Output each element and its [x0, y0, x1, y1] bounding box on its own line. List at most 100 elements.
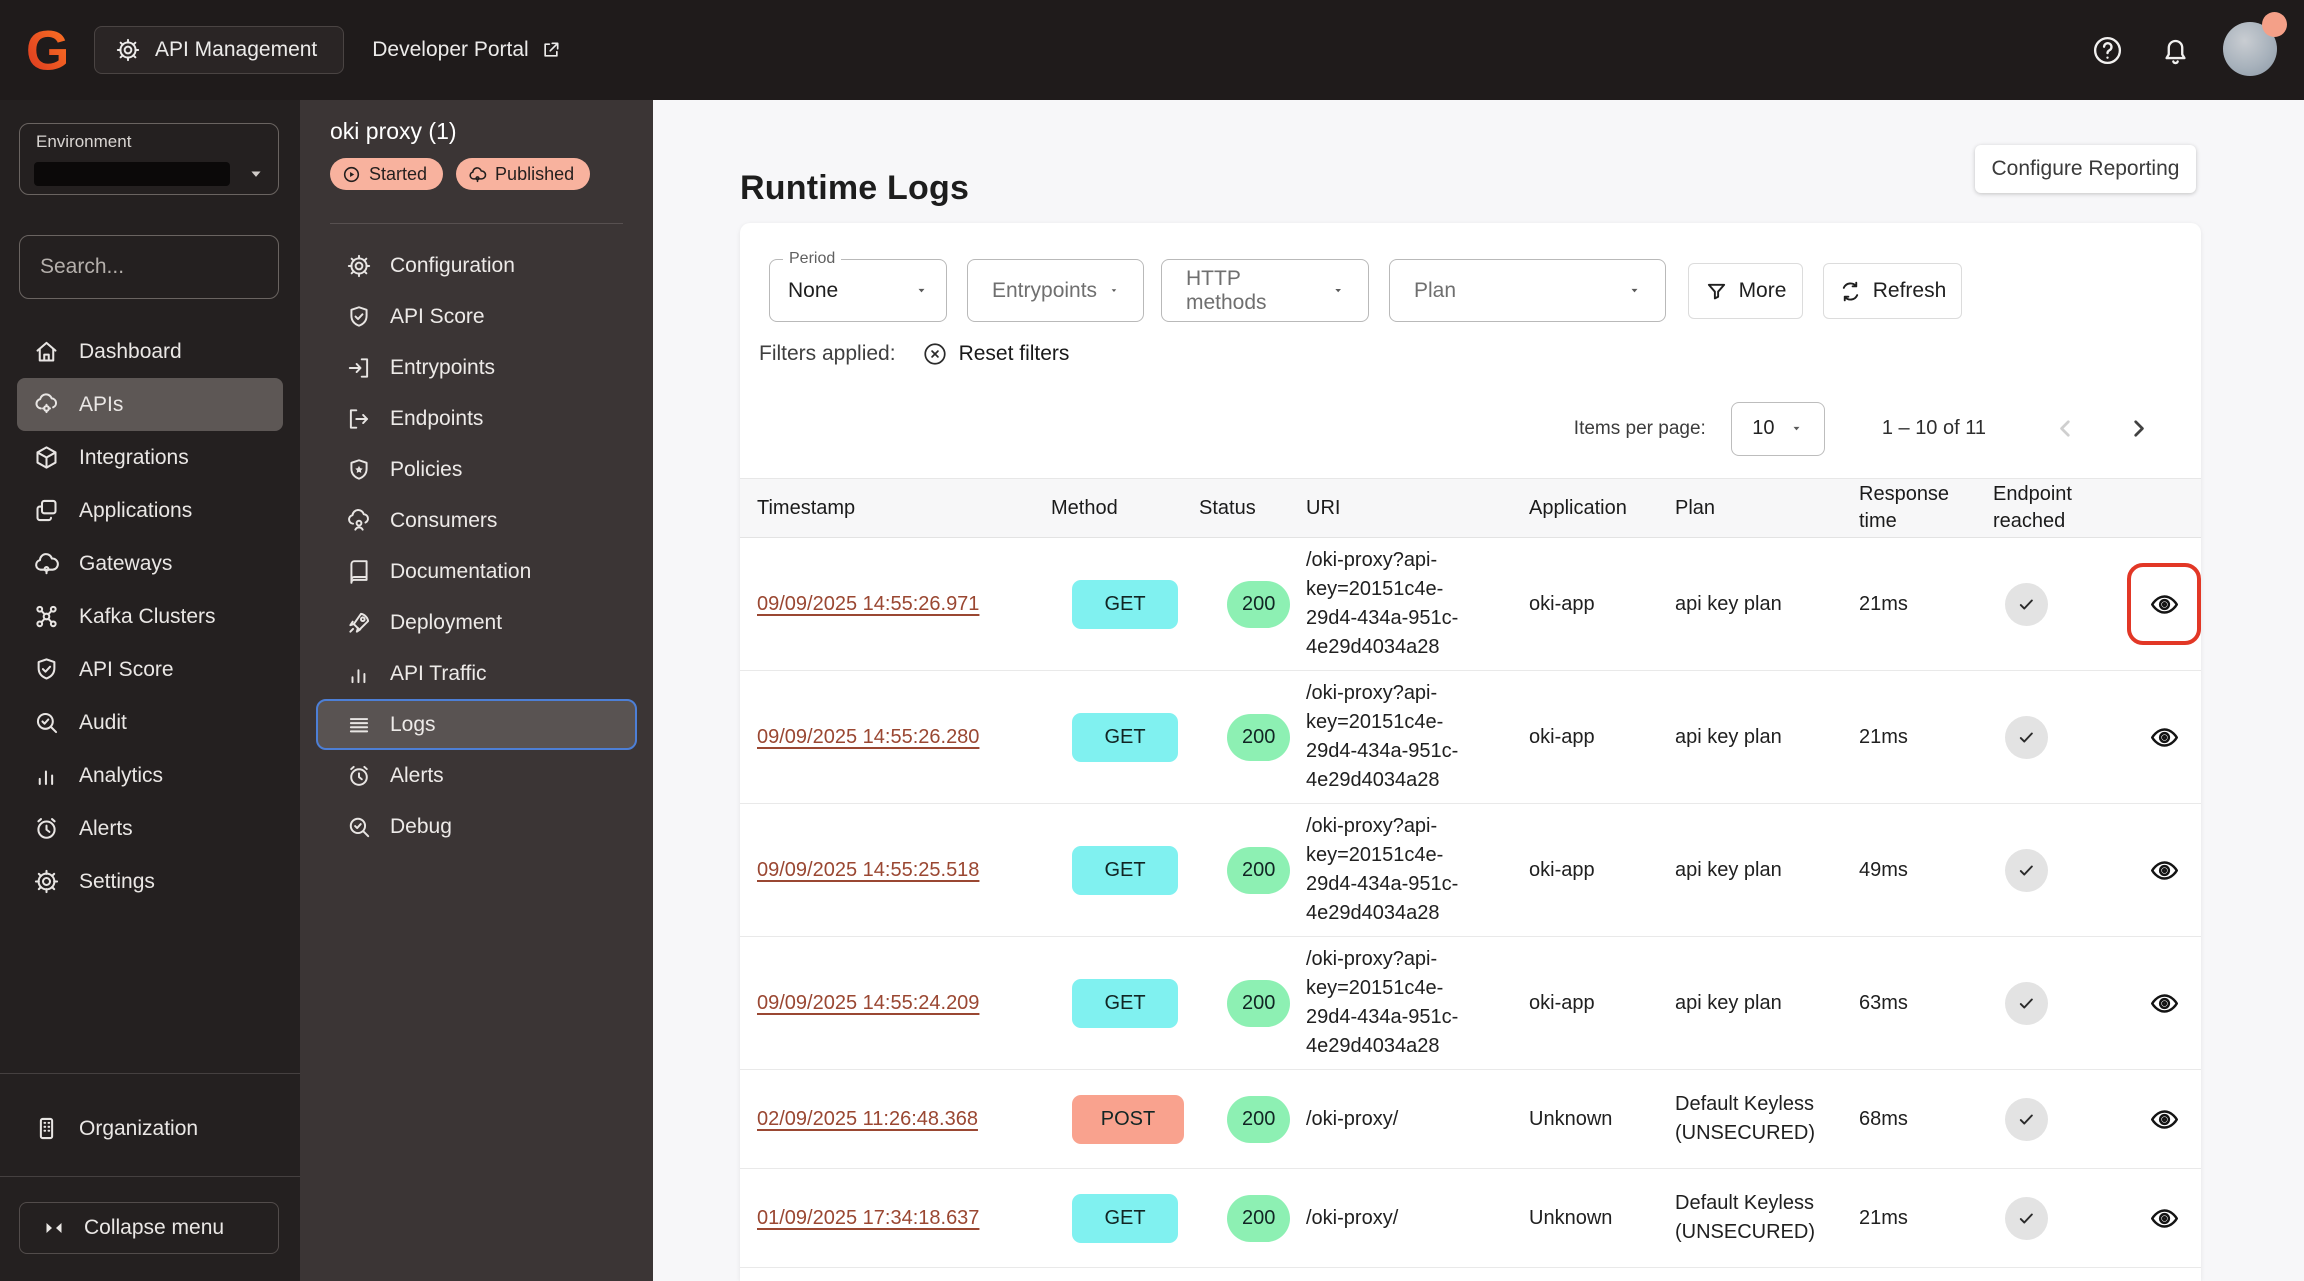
sidebar-item-integrations[interactable]: Integrations: [17, 431, 283, 484]
app-switcher-label: API Management: [155, 38, 317, 62]
items-per-page-select[interactable]: 10: [1731, 402, 1825, 456]
refresh-icon: [1839, 280, 1862, 303]
table-row: 02/09/2025 11:26:48.368 POST 200 /oki-pr…: [740, 1070, 2201, 1169]
configure-reporting-button[interactable]: Configure Reporting: [1975, 145, 2196, 193]
reset-filters-button[interactable]: Reset filters: [922, 341, 1070, 367]
published-badge: Published: [456, 158, 590, 190]
eye-wrap: [2127, 1177, 2201, 1259]
sidebar-item-dashboard[interactable]: Dashboard: [17, 325, 283, 378]
application-cell: Unknown: [1529, 1196, 1675, 1241]
api-menu-item-policies[interactable]: Policies: [316, 444, 637, 495]
book-icon: [346, 559, 372, 585]
alarm-icon: [33, 815, 60, 842]
application-cell: Unknown: [1529, 1097, 1675, 1142]
help-button[interactable]: [2087, 30, 2127, 70]
collapse-menu-label: Collapse menu: [84, 1216, 224, 1240]
gear-icon: [115, 37, 141, 63]
http-methods-select[interactable]: HTTP methods: [1161, 259, 1369, 322]
api-menu-item-debug[interactable]: Debug: [316, 801, 637, 852]
external-link-icon: [541, 40, 561, 60]
notifications-button[interactable]: [2155, 30, 2195, 70]
sidebar-item-api-score[interactable]: API Score: [17, 643, 283, 696]
plan-cell: api key plan: [1675, 582, 1859, 627]
sidebar-item-kafka-clusters[interactable]: Kafka Clusters: [17, 590, 283, 643]
developer-portal-link[interactable]: Developer Portal: [372, 38, 560, 62]
user-menu: [2223, 22, 2279, 78]
sidebar-item-applications[interactable]: Applications: [17, 484, 283, 537]
exit-icon: [346, 406, 372, 432]
previous-page-button[interactable]: [2052, 415, 2079, 442]
timestamp-link[interactable]: 09/09/2025 14:55:26.280: [757, 723, 979, 752]
api-menu-item-api-traffic[interactable]: API Traffic: [316, 648, 637, 699]
search-check-icon: [33, 709, 60, 736]
view-log-button[interactable]: [2149, 1104, 2180, 1135]
api-menu-item-deployment[interactable]: Deployment: [316, 597, 637, 648]
chevron-left-icon: [2052, 415, 2079, 442]
timestamp-link[interactable]: 09/09/2025 14:55:26.971: [757, 590, 979, 619]
more-filters-button[interactable]: More: [1688, 263, 1803, 319]
status-badge: 200: [1227, 980, 1290, 1027]
collapse-menu-button[interactable]: Collapse menu: [19, 1202, 279, 1254]
environment-value-redacted: [34, 162, 230, 186]
sidebar-item-gateways[interactable]: Gateways: [17, 537, 283, 590]
uri-text: /oki-proxy?api-key=20151c4e-29d4-434a-95…: [1306, 679, 1478, 795]
api-menu-item-logs[interactable]: Logs: [316, 699, 637, 750]
search-input[interactable]: [38, 254, 313, 280]
sidebar-item-audit[interactable]: Audit: [17, 696, 283, 749]
api-menu-item-configuration[interactable]: Configuration: [316, 240, 637, 291]
next-page-button[interactable]: [2125, 415, 2152, 442]
cloud-gear-icon: [33, 391, 60, 418]
sidebar-item-settings[interactable]: Settings: [17, 855, 283, 908]
funnel-icon: [1705, 280, 1728, 303]
api-menu-item-endpoints[interactable]: Endpoints: [316, 393, 637, 444]
plan-select[interactable]: Plan: [1389, 259, 1666, 322]
gravitee-logo-icon[interactable]: G: [24, 19, 82, 81]
environment-select[interactable]: Environment: [19, 123, 279, 195]
timestamp-link[interactable]: 09/09/2025 14:55:25.518: [757, 856, 979, 885]
table-header: TimestampMethodStatusURIApplicationPlanR…: [740, 478, 2201, 538]
building-icon: [33, 1115, 60, 1142]
refresh-label: Refresh: [1873, 279, 1947, 303]
chevron-down-icon: [246, 164, 266, 184]
sidebar-item-analytics[interactable]: Analytics: [17, 749, 283, 802]
timestamp-link[interactable]: 02/09/2025 11:26:48.368: [757, 1105, 978, 1134]
api-menu-item-entrypoints[interactable]: Entrypoints: [316, 342, 637, 393]
app-switcher-button[interactable]: API Management: [94, 26, 344, 74]
chevron-down-icon: [915, 284, 928, 297]
view-log-button[interactable]: [2149, 855, 2180, 886]
eye-wrap: [2127, 1276, 2201, 1281]
divider: [0, 1073, 300, 1074]
method-badge: GET: [1072, 580, 1178, 629]
api-menu-item-documentation[interactable]: Documentation: [316, 546, 637, 597]
check-icon: [2016, 727, 2037, 748]
view-log-button[interactable]: [2149, 1203, 2180, 1234]
api-menu-item-api-score[interactable]: API Score: [316, 291, 637, 342]
table-row: 09/09/2025 14:55:25.518 GET 200 /oki-pro…: [740, 804, 2201, 937]
entrypoints-select[interactable]: Entrypoints: [967, 259, 1144, 322]
sidebar-item-alerts[interactable]: Alerts: [17, 802, 283, 855]
period-select[interactable]: Period None: [769, 259, 947, 322]
shield-check-icon: [346, 304, 372, 330]
column-header-status: Status: [1199, 495, 1306, 522]
notification-badge: [2262, 12, 2287, 37]
refresh-button[interactable]: Refresh: [1823, 263, 1962, 319]
sidebar-item-organization[interactable]: Organization: [17, 1102, 283, 1155]
api-menu-item-consumers[interactable]: Consumers: [316, 495, 637, 546]
x-circle-icon: [922, 341, 948, 367]
api-menu-item-alerts[interactable]: Alerts: [316, 750, 637, 801]
sidebar-item-apis[interactable]: APIs: [17, 378, 283, 431]
api-status-badges: Started Published: [330, 158, 590, 190]
uri-text: /oki-proxy/: [1306, 1204, 1398, 1233]
view-log-button[interactable]: [2149, 722, 2180, 753]
response-time-cell: 49ms: [1859, 848, 1993, 893]
timestamp-link[interactable]: 01/09/2025 17:34:18.637: [757, 1204, 979, 1233]
view-log-button[interactable]: [2149, 988, 2180, 1019]
main-sidebar: Environment Dashboard APIs Integrations …: [0, 100, 300, 1281]
view-log-highlight-box: [2127, 563, 2201, 645]
apps-icon: [33, 497, 60, 524]
status-badge: 200: [1227, 714, 1290, 761]
cloud-user-icon: [346, 508, 372, 534]
view-log-button[interactable]: [2149, 589, 2180, 620]
endpoint-reached-check: [2005, 716, 2048, 759]
timestamp-link[interactable]: 09/09/2025 14:55:24.209: [757, 989, 979, 1018]
